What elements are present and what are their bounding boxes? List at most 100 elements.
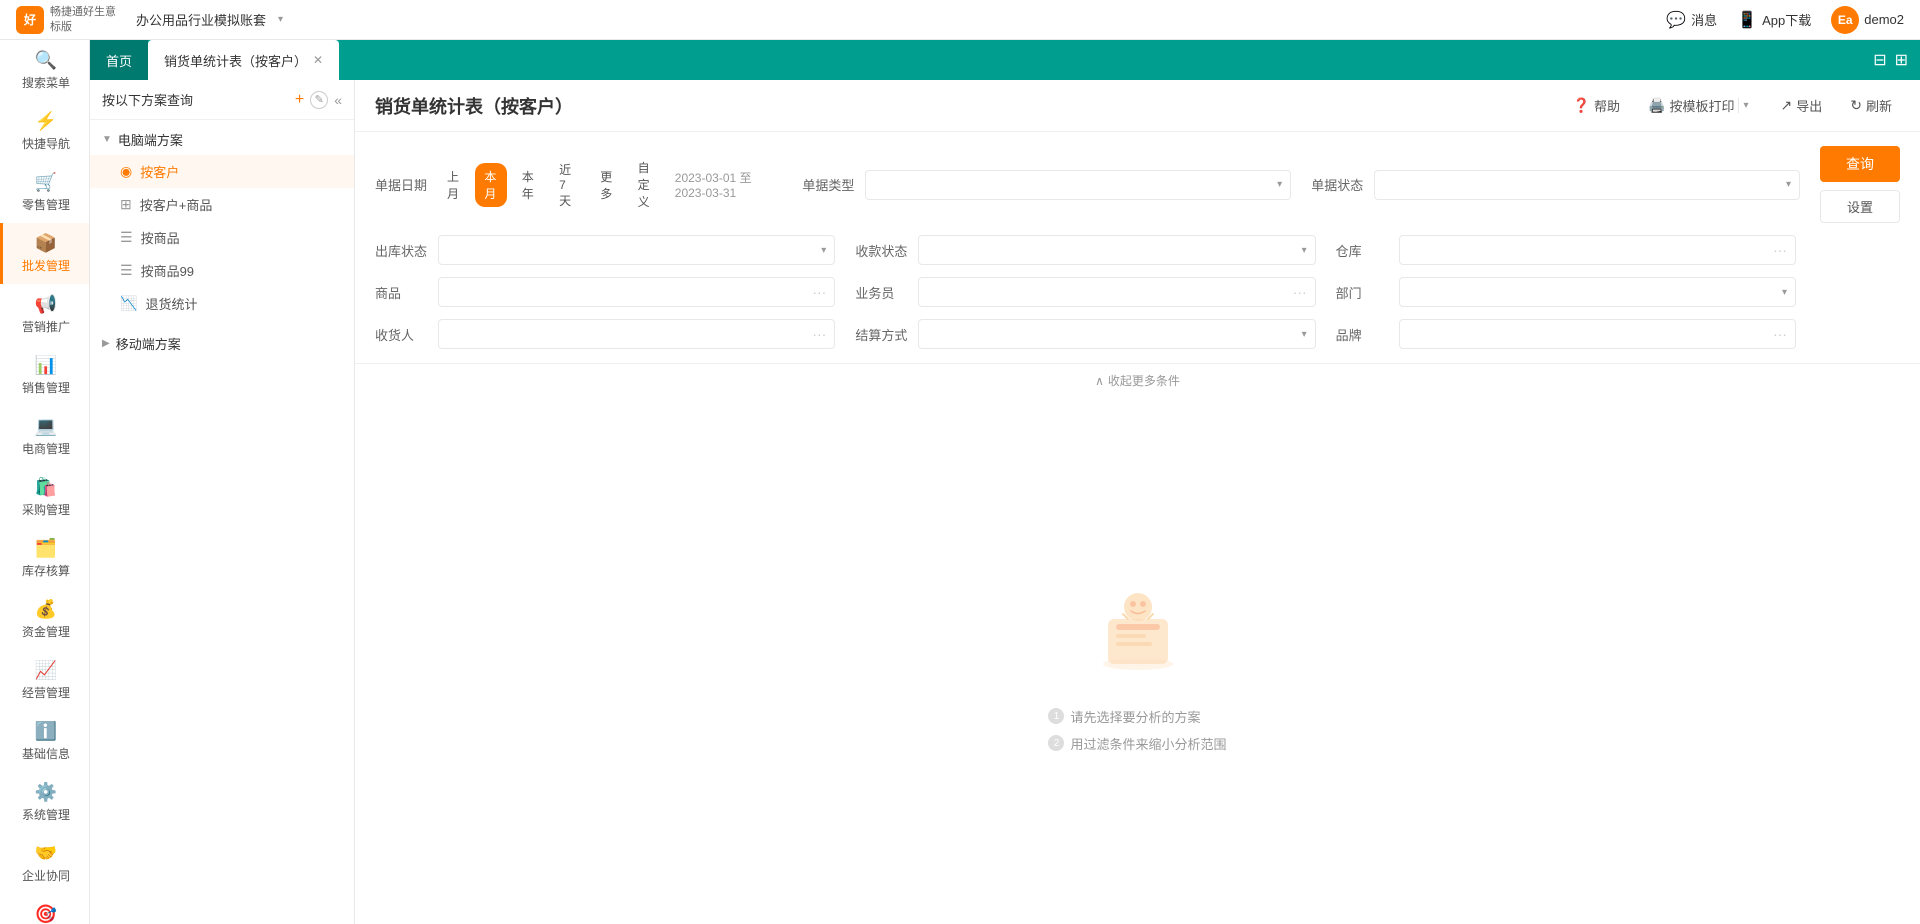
print-dropdown-arrow[interactable]: ▾ bbox=[1738, 98, 1752, 113]
sidebar-item-inventory[interactable]: 🗂️ 库存核算 bbox=[0, 528, 89, 589]
tab-bar: 首页 销货单统计表（按客户） ✕ ⊟ ⊞ bbox=[90, 40, 1920, 80]
sidebar-item-basic[interactable]: ℹ️ 基础信息 bbox=[0, 711, 89, 772]
scheme-item-by-goods[interactable]: ☰ 按商品 bbox=[90, 221, 354, 254]
doc-type-select[interactable]: ▾ bbox=[865, 170, 1291, 200]
warehouse-select[interactable]: ··· bbox=[1399, 235, 1796, 265]
sidebar-item-business[interactable]: 📈 经营管理 bbox=[0, 650, 89, 711]
filter-doc-type: 单据类型 ▾ bbox=[802, 170, 1291, 200]
filter-goods: 商品 ··· bbox=[375, 277, 835, 307]
header-right: 💬 消息 📱 App下载 Ea demo2 bbox=[1666, 6, 1904, 34]
filter-row-4: 收货人 ··· 结算方式 ▾ bbox=[375, 319, 1900, 349]
filter-out-status: 出库状态 ▾ bbox=[375, 235, 835, 265]
help-icon: ❓ bbox=[1573, 97, 1590, 114]
top-header: 好 畅捷通好生意 标版 办公用品行业模拟账套 ▾ 💬 消息 📱 App下载 Ea… bbox=[0, 0, 1920, 40]
triangle-right-icon: ▶ bbox=[102, 338, 110, 349]
sidebar-item-purchase[interactable]: 🛍️ 采购管理 bbox=[0, 467, 89, 528]
settings-button[interactable]: 设置 bbox=[1820, 190, 1900, 223]
consignee-select[interactable]: ··· bbox=[438, 319, 835, 349]
date-btn-custom[interactable]: 自定义 bbox=[629, 154, 667, 215]
export-button[interactable]: ↗ 导出 bbox=[1773, 92, 1831, 119]
sidebar-item-wholesale[interactable]: 📦 批发管理 bbox=[0, 223, 89, 284]
warehouse-dots[interactable]: ··· bbox=[1773, 242, 1787, 258]
refresh-button[interactable]: ↻ 刷新 bbox=[1842, 92, 1900, 119]
collapse-panel-icon[interactable]: « bbox=[334, 92, 342, 108]
sidebar-item-ecommerce[interactable]: 💻 电商管理 bbox=[0, 406, 89, 467]
date-btn-7days[interactable]: 近7天 bbox=[550, 156, 585, 214]
doc-status-select[interactable]: ▾ bbox=[1374, 170, 1800, 200]
edit-scheme-icon[interactable]: ✎ bbox=[310, 91, 328, 109]
scheme-group-desktop-header[interactable]: ▼ 电脑端方案 bbox=[90, 124, 354, 155]
sidebar-item-retail[interactable]: 🛒 零售管理 bbox=[0, 162, 89, 223]
date-btn-this-month[interactable]: 本月 bbox=[475, 163, 506, 207]
empty-illustration bbox=[1078, 569, 1198, 689]
sidebar-item-sales[interactable]: 📊 销售管理 bbox=[0, 345, 89, 406]
list-icon: ☰ bbox=[120, 229, 133, 246]
dept-label: 部门 bbox=[1336, 283, 1391, 302]
minimize-icon[interactable]: ⊟ bbox=[1873, 50, 1886, 70]
panel-action-buttons: + ✎ « bbox=[295, 91, 342, 109]
sidebar-item-marketing[interactable]: 📢 营销推广 bbox=[0, 284, 89, 345]
filter-warehouse: 仓库 ··· bbox=[1336, 235, 1796, 265]
brand-select[interactable]: ··· bbox=[1399, 319, 1796, 349]
logo-text: 畅捷通好生意 标版 bbox=[50, 5, 116, 34]
settlement-select[interactable]: ▾ bbox=[918, 319, 1315, 349]
brand-dots[interactable]: ··· bbox=[1773, 326, 1787, 342]
ecommerce-icon: 💻 bbox=[35, 416, 57, 437]
date-btn-this-year[interactable]: 本年 bbox=[513, 163, 544, 207]
app-download-action[interactable]: 📱 App下载 bbox=[1737, 10, 1811, 30]
collapse-bar[interactable]: ∧ 收起更多条件 bbox=[355, 363, 1920, 397]
retail-icon: 🛒 bbox=[35, 172, 57, 193]
empty-hints: 1 请先选择要分析的方案 2 用过滤条件来缩小分析范围 bbox=[1048, 707, 1226, 753]
date-btn-more[interactable]: 更多 bbox=[591, 163, 622, 207]
sidebar-item-quicknav[interactable]: ⚡ 快捷导航 bbox=[0, 101, 89, 162]
dept-select[interactable]: ▾ bbox=[1399, 277, 1796, 307]
date-btn-last-month[interactable]: 上月 bbox=[438, 163, 469, 207]
tab-close-icon[interactable]: ✕ bbox=[313, 53, 323, 67]
system-icon: ⚙️ bbox=[35, 782, 57, 803]
scheme-item-return-stat[interactable]: 📉 退货统计 bbox=[90, 287, 354, 320]
chart-icon: ⊞ bbox=[120, 196, 132, 213]
goods-select[interactable]: ··· bbox=[438, 277, 835, 307]
salesperson-select[interactable]: ··· bbox=[918, 277, 1315, 307]
doc-status-arrow: ▾ bbox=[1786, 179, 1791, 190]
sidebar-item-enterprise[interactable]: 🤝 企业协同 bbox=[0, 833, 89, 894]
filter-action-buttons: 查询 设置 bbox=[1820, 146, 1900, 223]
receipt-status-arrow: ▾ bbox=[1302, 245, 1307, 256]
inventory-icon: 🗂️ bbox=[35, 538, 57, 559]
export-icon: ↗ bbox=[1781, 97, 1793, 114]
query-button[interactable]: 查询 bbox=[1820, 146, 1900, 182]
consignee-dots[interactable]: ··· bbox=[812, 326, 826, 342]
wholesale-icon: 📦 bbox=[35, 233, 57, 254]
expand-icon[interactable]: ⊞ bbox=[1895, 50, 1908, 70]
print-button[interactable]: 🖨️ 按模板打印 ▾ bbox=[1640, 92, 1760, 119]
goods-label: 商品 bbox=[375, 283, 430, 302]
list2-icon: ☰ bbox=[120, 262, 133, 279]
scheme-item-customer-goods[interactable]: ⊞ 按客户+商品 bbox=[90, 188, 354, 221]
message-action[interactable]: 💬 消息 bbox=[1666, 10, 1717, 30]
out-status-select[interactable]: ▾ bbox=[438, 235, 835, 265]
panel-title: 按以下方案查询 bbox=[102, 90, 193, 109]
consignee-label: 收货人 bbox=[375, 325, 430, 344]
tab-home[interactable]: 首页 bbox=[90, 40, 148, 80]
marketing-icon: 📢 bbox=[35, 294, 57, 315]
page-header-actions: ❓ 帮助 🖨️ 按模板打印 ▾ ↗ 导出 bbox=[1565, 92, 1900, 131]
scheme-item-by-customer[interactable]: ◉ 按客户 bbox=[90, 155, 354, 188]
scheme-item-goods99[interactable]: ☰ 按商品99 bbox=[90, 254, 354, 287]
sidebar-item-system[interactable]: ⚙️ 系统管理 bbox=[0, 772, 89, 833]
app-dropdown-arrow[interactable]: ▾ bbox=[278, 14, 283, 25]
help-button[interactable]: ❓ 帮助 bbox=[1565, 92, 1628, 119]
scheme-group-mobile-header[interactable]: ▶ 移动端方案 bbox=[90, 328, 354, 359]
sidebar-item-search[interactable]: 🔍 搜索菜单 bbox=[0, 40, 89, 101]
add-scheme-icon[interactable]: + bbox=[295, 91, 304, 109]
receipt-status-select[interactable]: ▾ bbox=[918, 235, 1315, 265]
sidebar-item-finance[interactable]: 💰 资金管理 bbox=[0, 589, 89, 650]
sidebar-item-guide[interactable]: 🎯 新手引导 bbox=[0, 894, 89, 924]
tab-active[interactable]: 销货单统计表（按客户） ✕ bbox=[148, 40, 339, 80]
bar-chart-icon: 📉 bbox=[120, 295, 137, 312]
right-main: 销货单统计表（按客户） ❓ 帮助 🖨️ 按模板打印 ▾ bbox=[355, 80, 1920, 924]
user-profile-action[interactable]: Ea demo2 bbox=[1831, 6, 1904, 34]
goods-dots[interactable]: ··· bbox=[812, 284, 826, 300]
filter-area: 单据日期 上月 本月 本年 近7天 更多 自定义 2023-03-01 至 20… bbox=[355, 132, 1920, 363]
dept-arrow: ▾ bbox=[1782, 287, 1787, 298]
salesperson-dots[interactable]: ··· bbox=[1293, 284, 1307, 300]
